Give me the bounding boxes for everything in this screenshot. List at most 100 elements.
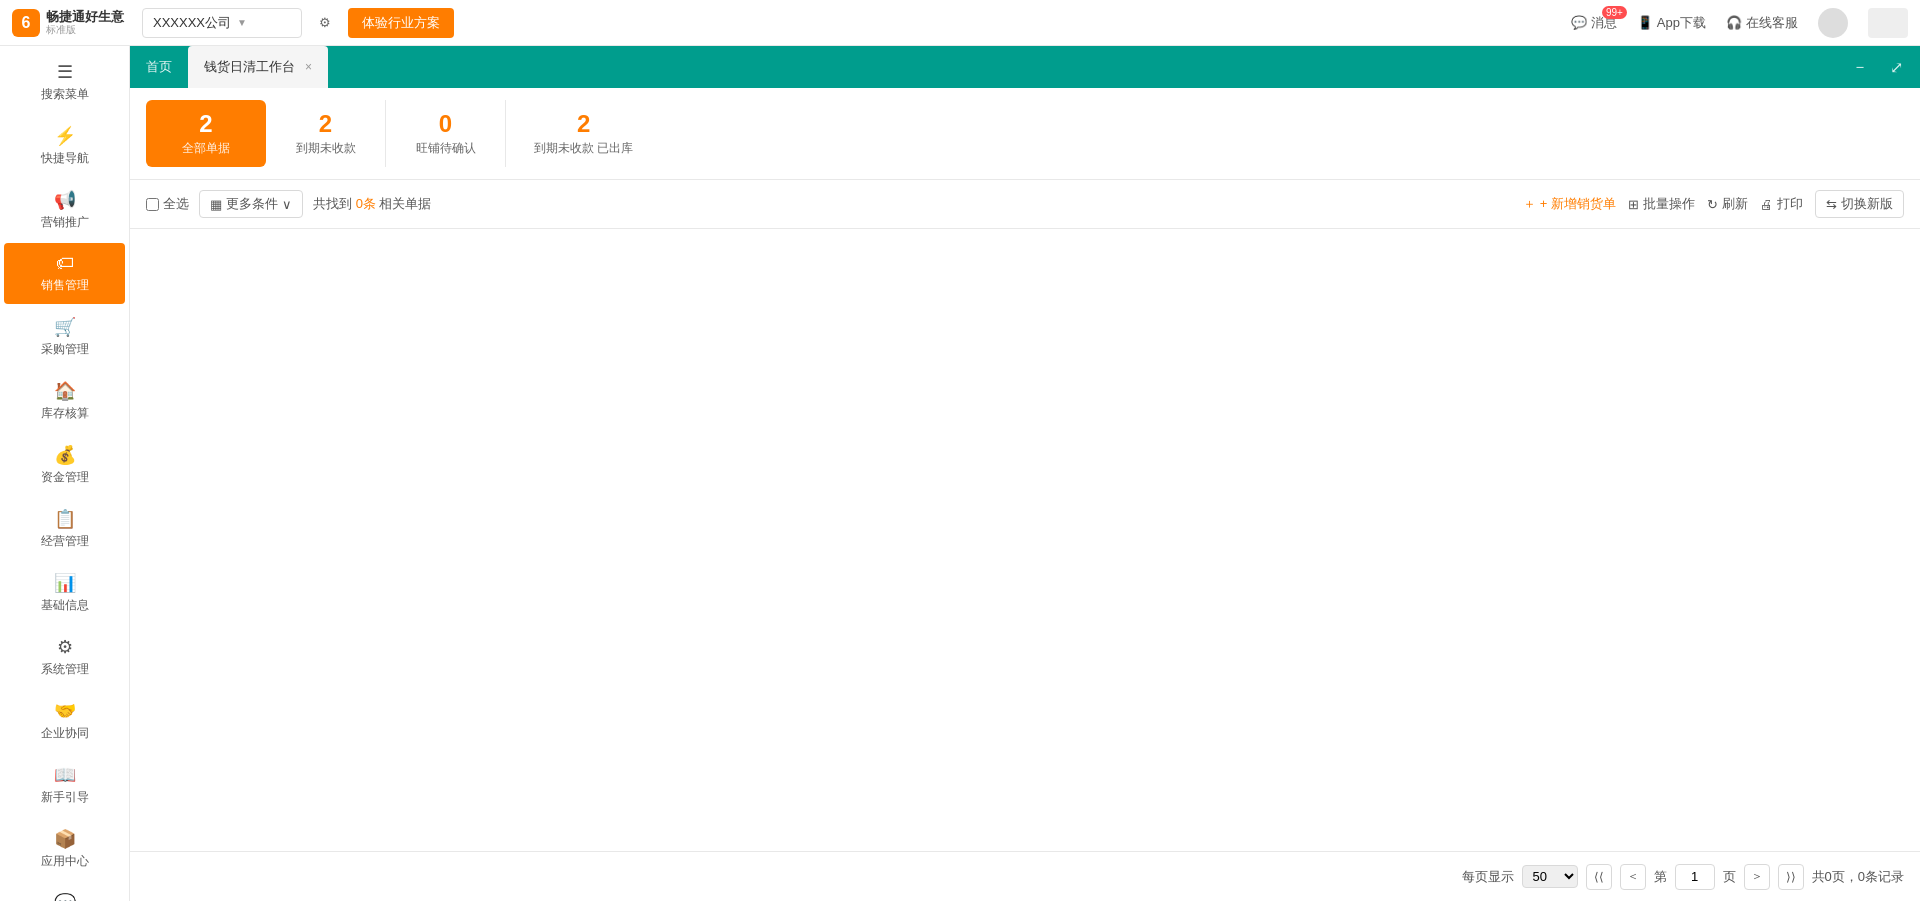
stat-card-0[interactable]: 2 全部单据	[146, 100, 266, 167]
sidebar-icon-7: 📋	[54, 508, 76, 530]
sidebar-item-12[interactable]: 📦 应用中心	[4, 818, 125, 880]
trial-button[interactable]: 体验行业方案	[348, 8, 454, 38]
tab-home[interactable]: 首页	[130, 46, 188, 88]
tab-bar: 首页 钱货日清工作台 × － ⤢	[130, 46, 1920, 88]
app-download-button[interactable]: 📱 App下载	[1637, 14, 1706, 32]
sidebar-label-11: 新手引导	[41, 789, 89, 806]
tab-minimize-button[interactable]: －	[1846, 53, 1874, 81]
refresh-button[interactable]: ↻ 刷新	[1707, 195, 1748, 213]
sidebar-item-7[interactable]: 📋 经营管理	[4, 498, 125, 560]
sidebar-item-13[interactable]: 💬 企业微信	[4, 882, 125, 901]
app-icon: 📱	[1637, 15, 1653, 30]
content-area: 首页 钱货日清工作台 × － ⤢ 2 全部单据 2 到期未收款 0 旺铺待确认 …	[130, 46, 1920, 901]
page-label: 第	[1654, 868, 1667, 886]
first-page-button[interactable]: ⟨⟨	[1586, 864, 1612, 890]
service-icon: 🎧	[1726, 15, 1742, 30]
print-icon: 🖨	[1760, 197, 1773, 212]
pagination-bar: 每页显示 50 100 200 ⟨⟨ ＜ 第 页 ＞ ⟩⟩ 共0页，0条记录	[130, 851, 1920, 901]
sidebar-label-6: 资金管理	[41, 469, 89, 486]
logo-sub: 标准版	[46, 24, 124, 36]
company-selector[interactable]: XXXXXX公司 ▼	[142, 8, 302, 38]
message-button[interactable]: 💬 消息 99+	[1571, 14, 1617, 32]
sidebar-icon-10: 🤝	[54, 700, 76, 722]
sidebar-item-0[interactable]: ☰ 搜索菜单	[4, 51, 125, 113]
sidebar-item-6[interactable]: 💰 资金管理	[4, 434, 125, 496]
switch-label: 切换新版	[1841, 195, 1893, 213]
online-service-button[interactable]: 🎧 在线客服	[1726, 14, 1798, 32]
add-sale-button[interactable]: ＋ + 新增销货单	[1523, 195, 1616, 213]
stat-card-3[interactable]: 2 到期未收款 已出库	[506, 100, 661, 167]
filter-label: 更多条件	[226, 195, 278, 213]
user-name[interactable]	[1868, 8, 1908, 38]
sidebar-icon-8: 📊	[54, 572, 76, 594]
stat-card-2[interactable]: 0 旺铺待确认	[386, 100, 506, 167]
stat-label-0: 全部单据	[182, 140, 230, 157]
sidebar-icon-1: ⚡	[54, 125, 76, 147]
switch-version-button[interactable]: ⇆ 切换新版	[1815, 190, 1904, 218]
sidebar-item-5[interactable]: 🏠 库存核算	[4, 370, 125, 432]
active-tab-label: 钱货日清工作台	[204, 58, 295, 76]
found-prefix: 共找到	[313, 196, 352, 211]
app-label: App下载	[1657, 14, 1706, 32]
tab-close-icon[interactable]: ×	[305, 60, 312, 74]
sidebar-icon-2: 📢	[54, 189, 76, 211]
tab-expand-button[interactable]: ⤢	[1882, 53, 1910, 81]
last-page-button[interactable]: ⟩⟩	[1778, 864, 1804, 890]
sidebar-label-2: 营销推广	[41, 214, 89, 231]
page-size-select[interactable]: 50 100 200	[1522, 865, 1578, 888]
inner-content: 2 全部单据 2 到期未收款 0 旺铺待确认 2 到期未收款 已出库 全选 ▦ …	[130, 88, 1920, 901]
switch-icon: ⇆	[1826, 197, 1837, 212]
page-suffix: 页	[1723, 868, 1736, 886]
sidebar-item-11[interactable]: 📖 新手引导	[4, 754, 125, 816]
batch-operation-button[interactable]: ⊞ 批量操作	[1628, 195, 1695, 213]
total-text: 共0页，0条记录	[1812, 868, 1904, 886]
main-layout: ☰ 搜索菜单 ⚡ 快捷导航 📢 营销推广 🏷 销售管理 🛒 采购管理 🏠 库存核…	[0, 46, 1920, 901]
logo-area: 6 畅捷通好生意 标准版	[12, 9, 142, 37]
tab-active[interactable]: 钱货日清工作台 ×	[188, 46, 328, 88]
sidebar-icon-11: 📖	[54, 764, 76, 786]
sidebar-icon-0: ☰	[57, 61, 73, 83]
refresh-label: 刷新	[1722, 195, 1748, 213]
sidebar-icon-5: 🏠	[54, 380, 76, 402]
sidebar-icon-3: 🏷	[56, 253, 74, 274]
print-button[interactable]: 🖨 打印	[1760, 195, 1803, 213]
table-area	[130, 229, 1920, 851]
message-icon: 💬	[1571, 15, 1587, 30]
next-page-button[interactable]: ＞	[1744, 864, 1770, 890]
sidebar: ☰ 搜索菜单 ⚡ 快捷导航 📢 营销推广 🏷 销售管理 🛒 采购管理 🏠 库存核…	[0, 46, 130, 901]
stat-card-1[interactable]: 2 到期未收款	[266, 100, 386, 167]
logo-icon: 6	[12, 9, 40, 37]
home-tab-label: 首页	[146, 58, 172, 76]
sidebar-item-2[interactable]: 📢 营销推广	[4, 179, 125, 241]
checkbox-input[interactable]	[146, 198, 159, 211]
batch-label: 批量操作	[1643, 195, 1695, 213]
sidebar-item-1[interactable]: ⚡ 快捷导航	[4, 115, 125, 177]
stat-number-2: 0	[439, 110, 452, 138]
sidebar-item-4[interactable]: 🛒 采购管理	[4, 306, 125, 368]
filter-icon: ▦	[210, 197, 222, 212]
tab-bar-actions: － ⤢	[1846, 53, 1920, 81]
sidebar-item-3[interactable]: 🏷 销售管理	[4, 243, 125, 304]
found-count: 0条	[356, 196, 376, 211]
settings-button[interactable]: ⚙	[310, 8, 340, 38]
sidebar-label-7: 经营管理	[41, 533, 89, 550]
prev-page-button[interactable]: ＜	[1620, 864, 1646, 890]
filter-button[interactable]: ▦ 更多条件 ∨	[199, 190, 303, 218]
sidebar-label-8: 基础信息	[41, 597, 89, 614]
sidebar-item-8[interactable]: 📊 基础信息	[4, 562, 125, 624]
found-text: 共找到 0条 相关单据	[313, 195, 431, 213]
service-label: 在线客服	[1746, 14, 1798, 32]
avatar[interactable]	[1818, 8, 1848, 38]
sidebar-item-9[interactable]: ⚙ 系统管理	[4, 626, 125, 688]
logo-text: 畅捷通好生意 标准版	[46, 9, 124, 37]
sidebar-icon-12: 📦	[54, 828, 76, 850]
add-label: + 新增销货单	[1540, 195, 1616, 213]
logo-title: 畅捷通好生意	[46, 9, 124, 25]
select-all-checkbox[interactable]: 全选	[146, 195, 189, 213]
sidebar-label-5: 库存核算	[41, 405, 89, 422]
page-input[interactable]	[1675, 864, 1715, 890]
sidebar-item-10[interactable]: 🤝 企业协同	[4, 690, 125, 752]
sidebar-label-9: 系统管理	[41, 661, 89, 678]
sidebar-label-12: 应用中心	[41, 853, 89, 870]
batch-icon: ⊞	[1628, 197, 1639, 212]
